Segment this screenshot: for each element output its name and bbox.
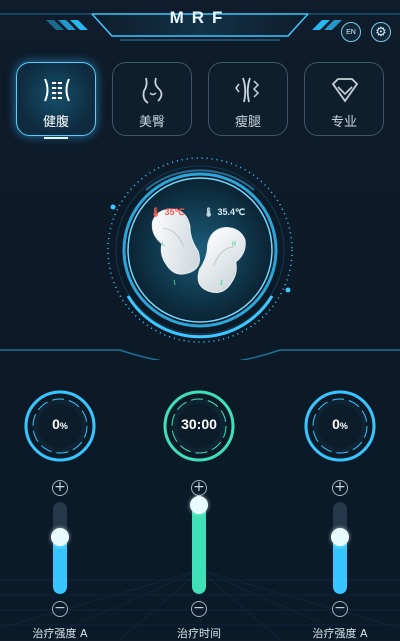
intensity-a-slider-thumb[interactable] [51, 528, 69, 546]
tab-label: 健腹 [42, 115, 69, 130]
tab-hip[interactable]: 美臀 [112, 62, 192, 136]
abdomen-icon [44, 78, 70, 102]
intensity-b-decrease-button[interactable]: − [332, 601, 348, 617]
intensity-a-knob[interactable]: 0% [22, 388, 98, 464]
time-value: 30:00 [181, 416, 217, 432]
right-pad-letter: R [232, 242, 237, 248]
time-decrease-button[interactable]: − [191, 601, 207, 617]
intensity-a-slider[interactable] [53, 502, 67, 594]
gear-icon: ⚙ [375, 24, 387, 39]
active-tab-indicator [44, 137, 68, 139]
intensity-b-knob[interactable]: 0% [302, 388, 378, 464]
tab-label: 专业 [330, 115, 357, 130]
thermometer-icon: 🌡 [150, 207, 162, 217]
intensity-b-increase-button[interactable]: + [332, 480, 348, 496]
time-knob[interactable]: 30:00 [161, 388, 237, 464]
leg-icon [235, 77, 260, 103]
hip-icon [142, 77, 163, 104]
language-button[interactable]: EN [341, 22, 361, 42]
intensity-b-value: 0% [332, 416, 348, 432]
tab-professional[interactable]: 专业 [304, 62, 384, 136]
intensity-a-decrease-button[interactable]: − [52, 601, 68, 617]
app-title: MRF [169, 8, 231, 27]
slider-fill [192, 505, 206, 594]
intensity-b-slider[interactable] [333, 502, 347, 594]
diamond-icon [331, 78, 359, 103]
time-slider[interactable] [192, 502, 206, 594]
thermometer-icon: 🌡 [203, 207, 215, 217]
intensity-a-increase-button[interactable]: + [52, 480, 68, 496]
settings-button[interactable]: ⚙ [371, 22, 391, 42]
tab-leg[interactable]: 瘦腿 [208, 62, 288, 136]
header-bar: MRF EN ⚙ [0, 0, 400, 46]
time-increase-button[interactable]: + [191, 480, 207, 496]
tab-label: 美臀 [138, 115, 165, 130]
tab-label: 瘦腿 [234, 115, 261, 130]
time-slider-thumb[interactable] [190, 496, 208, 514]
right-temperature: 🌡 35.4℃ [203, 207, 246, 217]
intensity-a-label: 治疗强度 A [32, 627, 88, 640]
intensity-b-slider-thumb[interactable] [331, 528, 349, 546]
intensity-a-value: 0% [52, 416, 68, 432]
time-label: 治疗时间 [177, 627, 221, 640]
intensity-b-label: 治疗强度 A [312, 627, 368, 640]
device-rings: L R [0, 157, 400, 360]
device-display: L R 🌡 35℃ 🌡 35.4℃ [0, 150, 400, 360]
left-temperature: 🌡 35℃ [150, 207, 185, 217]
tab-abdomen[interactable]: 健腹 [16, 62, 96, 136]
